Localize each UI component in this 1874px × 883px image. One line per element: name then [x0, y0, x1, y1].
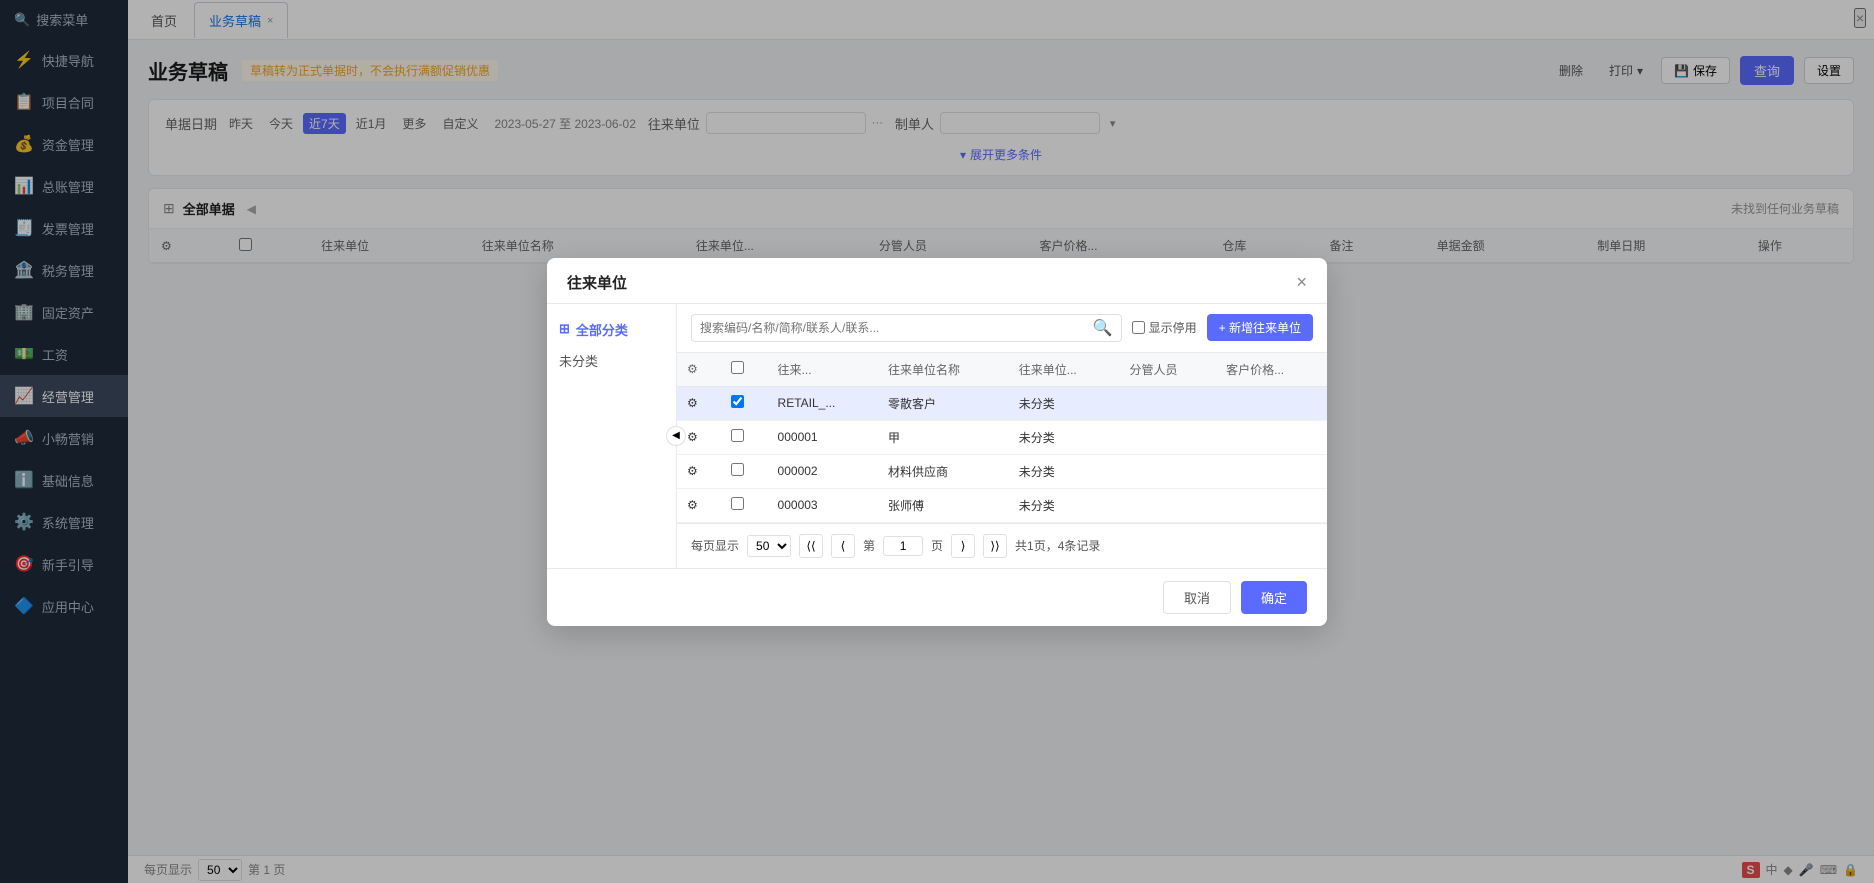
show-disabled-checkbox[interactable] [1132, 321, 1145, 334]
dt-cell-code: 000003 [768, 488, 879, 522]
cancel-button[interactable]: 取消 [1163, 581, 1231, 614]
pager-di-word: 第 [863, 537, 875, 554]
dt-cell-check[interactable] [721, 420, 768, 454]
dt-cell-category: 未分类 [1009, 488, 1120, 522]
add-partner-button[interactable]: + 新增往来单位 [1207, 314, 1313, 341]
pager-next-button[interactable]: ⟩ [951, 534, 975, 558]
dt-col-check[interactable] [721, 353, 768, 387]
dialog-main: 🔍 显示停用 + 新增往来单位 ⚙ [677, 304, 1327, 568]
dt-cell-manager [1120, 488, 1217, 522]
dialog-table-row[interactable]: ⚙ RETAIL_... 零散客户 未分类 [677, 386, 1327, 420]
dt-col-manager: 分管人员 [1120, 353, 1217, 387]
dt-cell-code: RETAIL_... [768, 386, 879, 420]
dialog-table: ⚙ 往来... 往来单位名称 往来单位... 分管人员 客户价格... ⚙ [677, 353, 1327, 523]
dt-col-code: 往来... [768, 353, 879, 387]
pager-page-word: 页 [931, 537, 943, 554]
dt-cell-code: 000002 [768, 454, 879, 488]
dialog-title: 往来单位 [567, 272, 627, 293]
dt-cell-settings: ⚙ [677, 386, 721, 420]
dialog-sidebar-all[interactable]: ⊞ 全部分类 [547, 314, 676, 345]
dialog-sidebar: ⊞ 全部分类 未分类 ◀ [547, 304, 677, 568]
modal-overlay[interactable]: 往来单位 × ⊞ 全部分类 未分类 ◀ [0, 0, 1874, 883]
pager-total-info: 共1页，4条记录 [1015, 537, 1100, 554]
dt-cell-settings: ⚙ [677, 488, 721, 522]
dt-cell-code: 000001 [768, 420, 879, 454]
dt-cell-price [1216, 454, 1327, 488]
dt-cell-name: 甲 [878, 420, 1009, 454]
dt-cell-manager [1120, 420, 1217, 454]
dt-cell-check[interactable] [721, 454, 768, 488]
dialog-sidebar-uncategorized-label: 未分类 [559, 354, 598, 369]
pager-last-button[interactable]: ⟩⟩ [983, 534, 1007, 558]
pager-prev-button[interactable]: ⟨ [831, 534, 855, 558]
confirm-button[interactable]: 确定 [1241, 581, 1307, 614]
per-page-select-dialog[interactable]: 50 [747, 535, 791, 557]
dt-cell-manager [1120, 386, 1217, 420]
dt-cell-price [1216, 488, 1327, 522]
dialog-table-row[interactable]: ⚙ 000001 甲 未分类 [677, 420, 1327, 454]
dialog-table-row[interactable]: ⚙ 000003 张师傅 未分类 [677, 488, 1327, 522]
dialog-header: 往来单位 × [547, 258, 1327, 304]
dialog-close-button[interactable]: × [1296, 273, 1307, 291]
dialog-table-area: ⚙ 往来... 往来单位名称 往来单位... 分管人员 客户价格... ⚙ [677, 353, 1327, 523]
dt-cell-category: 未分类 [1009, 454, 1120, 488]
dt-cell-check[interactable] [721, 488, 768, 522]
partner-search-input[interactable] [700, 321, 1087, 335]
dt-cell-price [1216, 386, 1327, 420]
dt-col-price: 客户价格... [1216, 353, 1327, 387]
pager-first-button[interactable]: ⟨⟨ [799, 534, 823, 558]
grid-icon-small: ⊞ [559, 321, 570, 337]
dialog-body: ⊞ 全部分类 未分类 ◀ 🔍 显示停用 [547, 304, 1327, 568]
dt-cell-price [1216, 420, 1327, 454]
show-disabled-text: 显示停用 [1149, 319, 1197, 336]
dialog-sidebar-all-label: 全部分类 [576, 320, 628, 339]
dt-cell-category: 未分类 [1009, 420, 1120, 454]
dt-cell-name: 材料供应商 [878, 454, 1009, 488]
dialog-table-row[interactable]: ⚙ 000002 材料供应商 未分类 [677, 454, 1327, 488]
dt-cell-settings: ⚙ [677, 454, 721, 488]
search-icon: 🔍 [1093, 318, 1113, 338]
dialog-pager: 每页显示 50 ⟨⟨ ⟨ 第 页 ⟩ ⟩⟩ 共1页，4条记录 [677, 523, 1327, 568]
dt-col-name: 往来单位名称 [878, 353, 1009, 387]
dt-cell-manager [1120, 454, 1217, 488]
per-page-label: 每页显示 [691, 537, 739, 554]
dialog-actions: 取消 确定 [547, 568, 1327, 626]
search-box: 🔍 [691, 314, 1122, 342]
dt-cell-name: 张师傅 [878, 488, 1009, 522]
dt-cell-name: 零散客户 [878, 386, 1009, 420]
sidebar-collapse-button[interactable]: ◀ [666, 426, 686, 446]
dialog-sidebar-uncategorized[interactable]: 未分类 [547, 345, 676, 376]
dt-col-settings[interactable]: ⚙ [677, 353, 721, 387]
dt-select-all[interactable] [731, 361, 744, 374]
pager-page-input[interactable] [883, 536, 923, 556]
dt-cell-category: 未分类 [1009, 386, 1120, 420]
show-disabled-label: 显示停用 [1132, 319, 1197, 336]
dialog-toolbar: 🔍 显示停用 + 新增往来单位 [677, 304, 1327, 353]
dt-col-category: 往来单位... [1009, 353, 1120, 387]
partner-dialog: 往来单位 × ⊞ 全部分类 未分类 ◀ [547, 258, 1327, 626]
dt-cell-check[interactable] [721, 386, 768, 420]
